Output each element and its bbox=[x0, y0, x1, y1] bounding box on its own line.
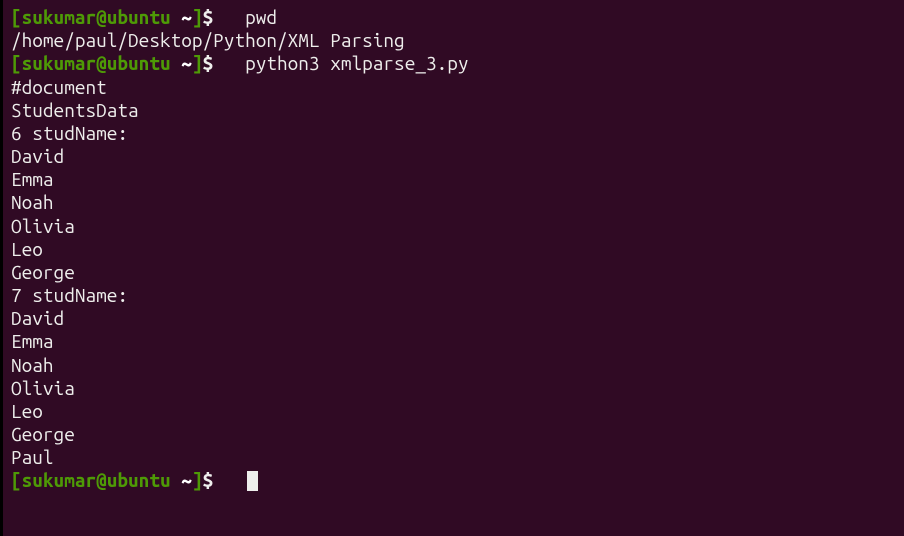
separator bbox=[171, 6, 182, 28]
prompt-line-1: [sukumar@ubuntu ~]$ pwd bbox=[11, 6, 896, 29]
spacing bbox=[213, 52, 245, 74]
dollar: $ bbox=[203, 469, 214, 491]
user-host: sukumar@ubuntu bbox=[22, 6, 171, 28]
list-item: Paul bbox=[11, 446, 896, 469]
list-item: Noah bbox=[11, 191, 896, 214]
path: ~ bbox=[181, 469, 192, 491]
list-item: Leo bbox=[11, 400, 896, 423]
list-item: Noah bbox=[11, 354, 896, 377]
output-line: #document bbox=[11, 76, 896, 99]
list-item: David bbox=[11, 307, 896, 330]
path: ~ bbox=[181, 52, 192, 74]
path: ~ bbox=[181, 6, 192, 28]
bracket-close: ] bbox=[192, 469, 203, 491]
output-line: StudentsData bbox=[11, 99, 896, 122]
section2-header: 7 studName: bbox=[11, 284, 896, 307]
command-pwd: pwd bbox=[245, 6, 277, 28]
bracket-open: [ bbox=[11, 469, 22, 491]
list-item: Emma bbox=[11, 330, 896, 353]
bracket-close: ] bbox=[192, 6, 203, 28]
separator bbox=[171, 52, 182, 74]
section1-header: 6 studName: bbox=[11, 122, 896, 145]
list-item: Emma bbox=[11, 168, 896, 191]
list-item: Olivia bbox=[11, 377, 896, 400]
separator bbox=[171, 469, 182, 491]
bracket-close: ] bbox=[192, 52, 203, 74]
spacing bbox=[213, 469, 245, 491]
command-python: python3 xmlparse_3.py bbox=[245, 52, 468, 74]
prompt-line-3[interactable]: [sukumar@ubuntu ~]$ bbox=[11, 469, 896, 492]
spacing bbox=[213, 6, 245, 28]
bracket-open: [ bbox=[11, 52, 22, 74]
dollar: $ bbox=[203, 6, 214, 28]
cursor-icon[interactable] bbox=[247, 471, 258, 491]
user-host: sukumar@ubuntu bbox=[22, 469, 171, 491]
list-item: Leo bbox=[11, 238, 896, 261]
prompt-line-2: [sukumar@ubuntu ~]$ python3 xmlparse_3.p… bbox=[11, 52, 896, 75]
list-item: George bbox=[11, 261, 896, 284]
list-item: George bbox=[11, 423, 896, 446]
pwd-output: /home/paul/Desktop/Python/XML Parsing bbox=[11, 29, 896, 52]
user-host: sukumar@ubuntu bbox=[22, 52, 171, 74]
list-item: Olivia bbox=[11, 215, 896, 238]
dollar: $ bbox=[203, 52, 214, 74]
bracket-open: [ bbox=[11, 6, 22, 28]
list-item: David bbox=[11, 145, 896, 168]
